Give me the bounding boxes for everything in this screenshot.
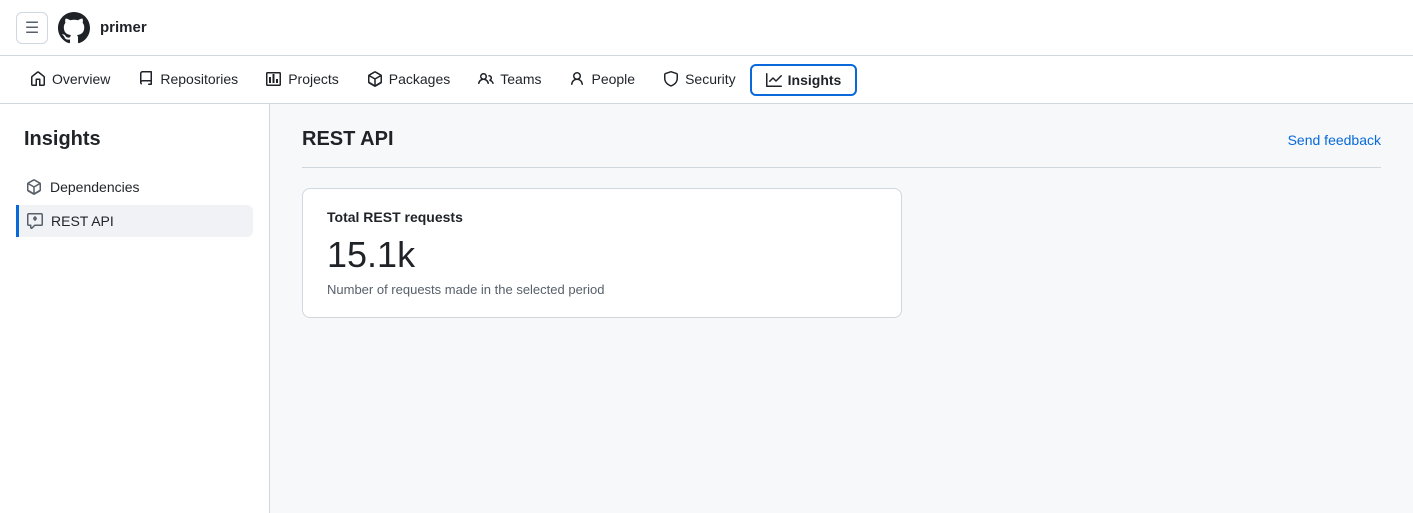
sidebar: Insights Dependencies REST API	[0, 104, 270, 513]
home-icon	[30, 71, 46, 87]
main-content: Insights Dependencies REST API REST API …	[0, 104, 1413, 513]
stats-card-value: 15.1k	[327, 233, 877, 276]
code-icon	[27, 213, 43, 229]
stats-card-description: Number of requests made in the selected …	[327, 282, 877, 297]
nav-item-insights-label: Insights	[788, 72, 842, 88]
right-panel-header: REST API Send feedback	[302, 128, 1381, 168]
send-feedback-link[interactable]: Send feedback	[1288, 132, 1381, 148]
right-panel-title: REST API	[302, 128, 394, 151]
nav-item-projects[interactable]: Projects	[252, 56, 353, 104]
nav-item-insights[interactable]: Insights	[750, 64, 858, 96]
graph-icon	[766, 72, 782, 88]
top-bar: ☰ primer	[0, 0, 1413, 56]
dependencies-icon	[26, 179, 42, 195]
stats-card: Total REST requests 15.1k Number of requ…	[302, 188, 902, 318]
nav-item-security-label: Security	[685, 71, 736, 87]
nav-item-projects-label: Projects	[288, 71, 339, 87]
projects-icon	[266, 71, 282, 87]
nav-bar: Overview Repositories Projects Packages …	[0, 56, 1413, 104]
package-icon	[367, 71, 383, 87]
nav-item-packages-label: Packages	[389, 71, 450, 87]
nav-item-security[interactable]: Security	[649, 56, 750, 104]
org-name: primer	[100, 19, 147, 36]
top-bar-left: ☰ primer	[16, 12, 147, 44]
github-logo[interactable]	[58, 12, 90, 44]
hamburger-button[interactable]: ☰	[16, 12, 48, 44]
stats-card-label: Total REST requests	[327, 209, 877, 225]
hamburger-icon: ☰	[25, 18, 39, 38]
nav-item-people[interactable]: People	[555, 56, 649, 104]
sidebar-title: Insights	[16, 128, 253, 151]
sidebar-item-rest-api-label: REST API	[51, 213, 114, 229]
nav-item-repositories[interactable]: Repositories	[124, 56, 252, 104]
nav-item-packages[interactable]: Packages	[353, 56, 464, 104]
nav-item-overview[interactable]: Overview	[16, 56, 124, 104]
sidebar-item-rest-api[interactable]: REST API	[16, 205, 253, 237]
nav-item-repositories-label: Repositories	[160, 71, 238, 87]
right-panel: REST API Send feedback Total REST reques…	[270, 104, 1413, 513]
sidebar-item-dependencies-label: Dependencies	[50, 179, 140, 195]
nav-item-teams-label: Teams	[500, 71, 541, 87]
shield-icon	[663, 71, 679, 87]
nav-item-overview-label: Overview	[52, 71, 110, 87]
sidebar-item-dependencies[interactable]: Dependencies	[16, 171, 253, 203]
repo-icon	[138, 71, 154, 87]
person-icon	[569, 71, 585, 87]
nav-item-people-label: People	[591, 71, 635, 87]
nav-item-teams[interactable]: Teams	[464, 56, 555, 104]
teams-icon	[478, 71, 494, 87]
